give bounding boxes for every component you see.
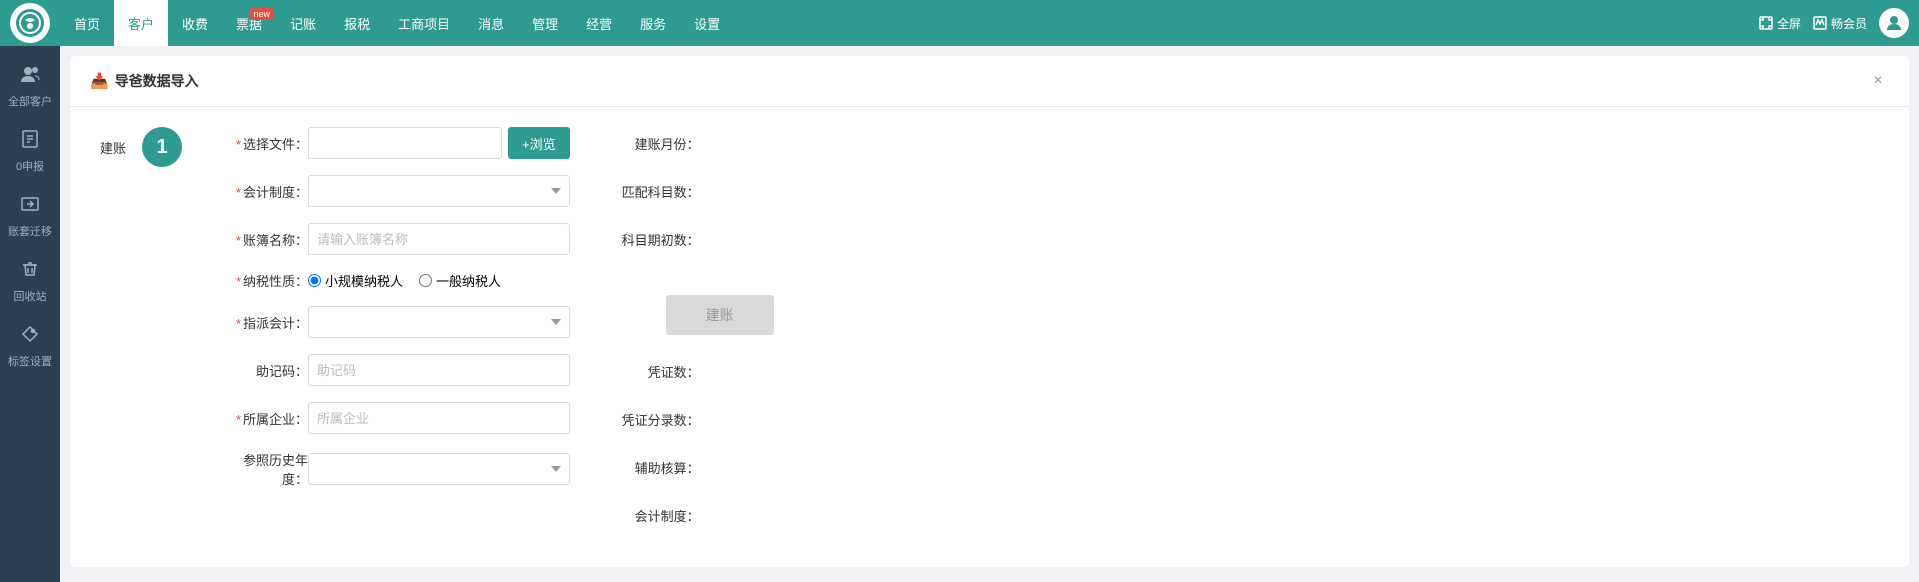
nav-service[interactable]: 服务 (626, 0, 680, 46)
nav-right-section: 全屏 畅会员 (1759, 8, 1909, 38)
all-clients-label: 全部客户 (8, 93, 52, 109)
build-month-label: 建账月份： (610, 134, 700, 153)
nav-client[interactable]: 客户 (114, 0, 168, 46)
nav-business[interactable]: 工商项目 (384, 0, 464, 46)
history-year-label: 参照历史年度： (218, 450, 308, 488)
company-input[interactable] (308, 402, 570, 434)
radio-general[interactable]: 一般纳税人 (419, 271, 501, 290)
file-input-group: +浏览 (308, 127, 570, 159)
vip-button[interactable]: 畅会员 (1813, 15, 1867, 32)
tag-settings-icon (20, 324, 40, 349)
logo[interactable] (10, 3, 50, 43)
account-migration-icon (20, 194, 40, 219)
recycle-bin-icon (20, 259, 40, 284)
assign-accountant-row: *指派会计： (218, 306, 570, 338)
accounting-system-row: *会计制度： (218, 175, 570, 207)
accounting-system-info-label: 会计制度： (610, 506, 700, 525)
close-button[interactable]: × (1867, 70, 1889, 92)
nav-operation[interactable]: 经营 (572, 0, 626, 46)
build-month-row: 建账月份： (610, 127, 830, 159)
fullscreen-button[interactable]: 全屏 (1759, 15, 1801, 32)
step-section: 建账 1 (100, 127, 182, 167)
voucher-entries-label: 凭证分录数： (610, 410, 700, 429)
account-migration-label: 账套迁移 (8, 223, 52, 239)
top-navigation: 首页 客户 收费 票据 new 记账 报税 工商项目 消息 管理 经营 服务 设… (0, 0, 1919, 46)
dialog-body: 建账 1 *选择文件： +浏览 (70, 107, 1909, 567)
logo-icon (16, 9, 44, 37)
sidebar-item-all-clients[interactable]: 全部客户 (0, 54, 60, 119)
nav-bookkeeping[interactable]: 记账 (276, 0, 330, 46)
memo-code-input[interactable] (308, 354, 570, 386)
sidebar-item-tag-settings[interactable]: 标签设置 (0, 314, 60, 379)
recycle-bin-label: 回收站 (14, 288, 47, 304)
memo-code-row: 助记码： (218, 354, 570, 386)
step-label: 建账 (100, 138, 126, 157)
build-account-button[interactable]: 建账 (666, 295, 774, 335)
dialog-header: 📥 导爸数据导入 × (70, 56, 1909, 107)
auxiliary-label: 辅助核算： (610, 458, 700, 477)
nav-invoice[interactable]: 票据 new (222, 0, 276, 46)
match-subject-label: 匹配科目数： (610, 182, 700, 201)
voucher-count-row: 凭证数： (610, 355, 830, 387)
tax-radio-group: 小规模纳税人 一般纳税人 (308, 271, 501, 290)
nav-fee[interactable]: 收费 (168, 0, 222, 46)
ledger-name-input[interactable] (308, 223, 570, 255)
file-text-input[interactable] (308, 127, 502, 159)
voucher-count-label: 凭证数： (610, 362, 700, 381)
sidebar-item-account-migration[interactable]: 账套迁移 (0, 184, 60, 249)
dialog-panel: 📥 导爸数据导入 × 建账 1 (70, 56, 1909, 567)
sidebar: 全部客户 0申报 账套迁移 (0, 46, 60, 582)
sidebar-item-zero-report[interactable]: 0申报 (0, 119, 60, 184)
nav-settings[interactable]: 设置 (680, 0, 734, 46)
ledger-name-label: *账簿名称： (218, 230, 308, 249)
step-badge: 1 (142, 127, 182, 167)
ledger-name-row: *账簿名称： (218, 223, 570, 255)
user-avatar[interactable] (1879, 8, 1909, 38)
memo-code-label: 助记码： (218, 361, 308, 380)
file-select-row: *选择文件： +浏览 (218, 127, 570, 159)
nav-management[interactable]: 管理 (518, 0, 572, 46)
nav-menu: 首页 客户 收费 票据 new 记账 报税 工商项目 消息 管理 经营 服务 设… (60, 0, 1759, 46)
company-row: *所属企业： (218, 402, 570, 434)
subject-initial-row: 科目期初数： (610, 223, 830, 255)
history-year-row: 参照历史年度： (218, 450, 570, 488)
assign-accountant-label: *指派会计： (218, 313, 308, 332)
company-label: *所属企业： (218, 409, 308, 428)
content-area: 📥 导爸数据导入 × 建账 1 (60, 46, 1919, 582)
form-section: *选择文件： +浏览 *会计制度： (218, 127, 570, 504)
zero-report-label: 0申报 (16, 158, 44, 174)
dialog-title: 📥 导爸数据导入 (90, 71, 199, 91)
accounting-select[interactable] (308, 175, 570, 207)
main-layout: 全部客户 0申报 账套迁移 (0, 46, 1919, 582)
auxiliary-row: 辅助核算： (610, 451, 830, 483)
tax-type-row: *纳税性质： 小规模纳税人 一般纳税人 (218, 271, 570, 290)
voucher-entries-row: 凭证分录数： (610, 403, 830, 435)
match-subject-row: 匹配科目数： (610, 175, 830, 207)
all-clients-icon (20, 64, 40, 89)
tag-settings-label: 标签设置 (8, 353, 52, 369)
file-label: *选择文件： (218, 134, 308, 153)
tax-type-label: *纳税性质： (218, 271, 308, 290)
new-badge: new (250, 8, 275, 20)
sidebar-item-recycle-bin[interactable]: 回收站 (0, 249, 60, 314)
zero-report-icon (20, 129, 40, 154)
browse-button[interactable]: +浏览 (508, 127, 570, 159)
radio-general-input[interactable] (419, 274, 432, 287)
history-year-select[interactable] (308, 453, 570, 485)
nav-tax[interactable]: 报税 (330, 0, 384, 46)
accounting-label: *会计制度： (218, 182, 308, 201)
radio-small-scale[interactable]: 小规模纳税人 (308, 271, 403, 290)
nav-message[interactable]: 消息 (464, 0, 518, 46)
info-section: 建账月份： 匹配科目数： 科目期初数： 建账 (610, 127, 830, 547)
nav-home[interactable]: 首页 (60, 0, 114, 46)
import-icon: 📥 (90, 72, 109, 90)
accounting-system-info-row: 会计制度： (610, 499, 830, 531)
assign-accountant-select[interactable] (308, 306, 570, 338)
radio-small-scale-input[interactable] (308, 274, 321, 287)
subject-initial-label: 科目期初数： (610, 230, 700, 249)
